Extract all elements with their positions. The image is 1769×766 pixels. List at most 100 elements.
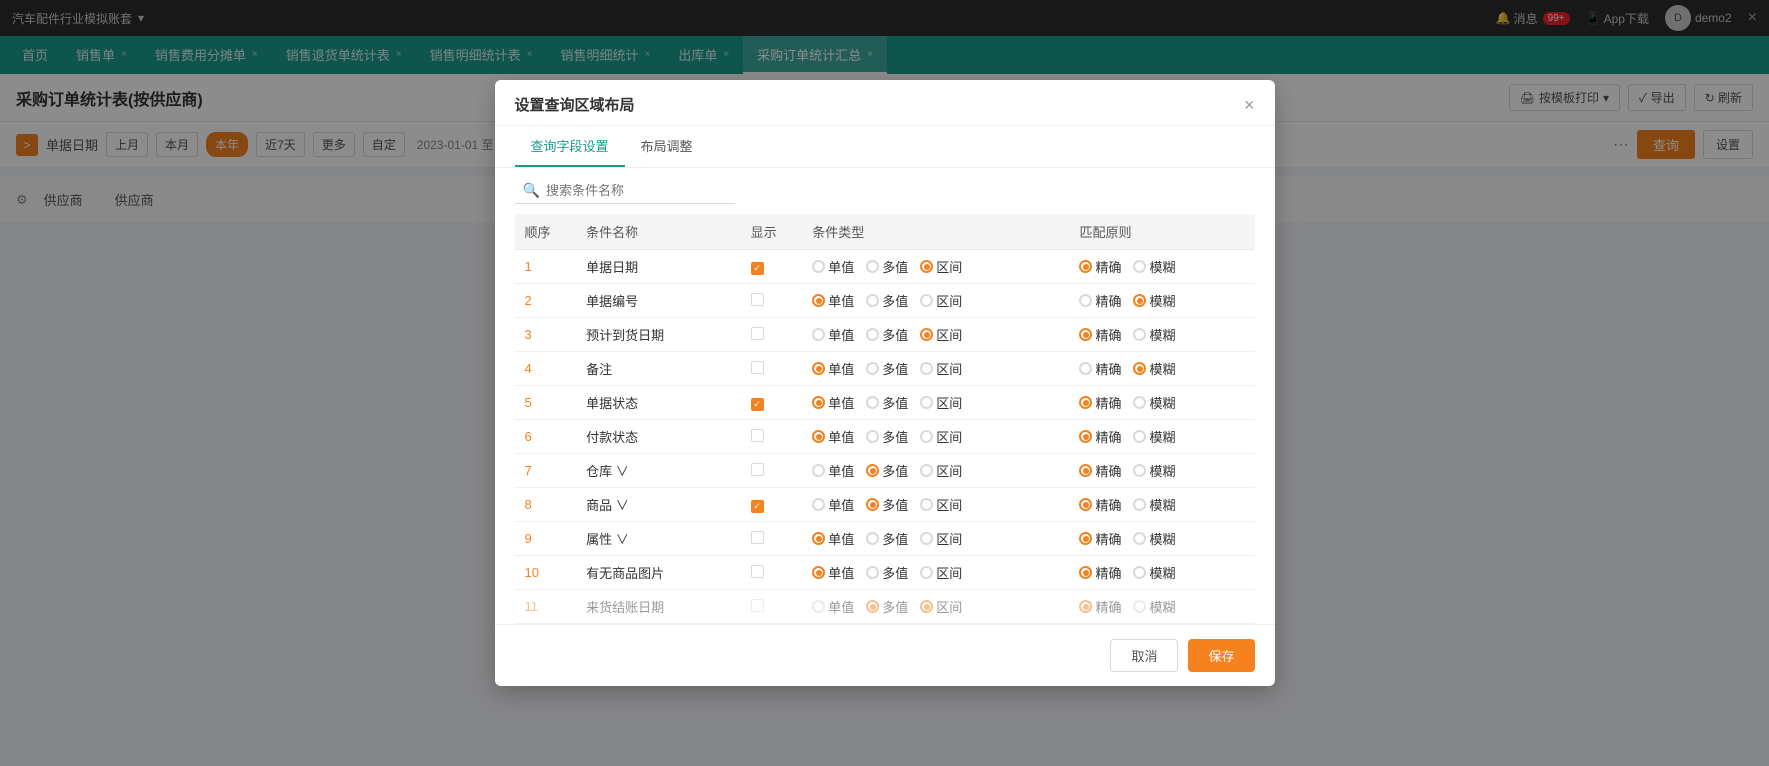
match-radio-exact-1[interactable]: 精确: [1079, 291, 1121, 310]
table-row-show-2[interactable]: [741, 318, 803, 352]
match-radio-exact-3[interactable]: 精确: [1079, 359, 1121, 378]
table-row-match-4: 精确模糊: [1069, 386, 1254, 420]
match-radio-fuzzy-7[interactable]: 模糊: [1133, 495, 1175, 514]
show-checkbox-10[interactable]: [751, 599, 764, 612]
match-radio-exact-4[interactable]: 精确: [1079, 393, 1121, 412]
type-radio-label-multi-10: 多值: [882, 597, 908, 616]
type-radio-range-9[interactable]: 区间: [920, 563, 962, 582]
type-radio-single-3[interactable]: 单值: [812, 359, 854, 378]
match-radio-exact-2[interactable]: 精确: [1079, 325, 1121, 344]
table-row-show-6[interactable]: [741, 454, 803, 488]
show-checkbox-7[interactable]: [751, 500, 764, 513]
save-button[interactable]: 保存: [1188, 639, 1254, 672]
type-radio-range-6[interactable]: 区间: [920, 461, 962, 480]
table-row-type-8: 单值多值区间: [802, 522, 1069, 556]
type-radio-range-7[interactable]: 区间: [920, 495, 962, 514]
match-radio-fuzzy-5[interactable]: 模糊: [1133, 427, 1175, 446]
type-radio-single-1[interactable]: 单值: [812, 291, 854, 310]
type-radio-single-0[interactable]: 单值: [812, 257, 854, 276]
type-radio-multi-5[interactable]: 多值: [866, 427, 908, 446]
match-radio-circle-fuzzy-6: [1133, 464, 1146, 477]
type-radio-single-6[interactable]: 单值: [812, 461, 854, 480]
match-radio-fuzzy-4[interactable]: 模糊: [1133, 393, 1175, 412]
table-row-show-8[interactable]: [741, 522, 803, 556]
type-radio-circle-multi-5: [866, 430, 879, 443]
match-radio-exact-0[interactable]: 精确: [1079, 257, 1121, 276]
table-row-type-6: 单值多值区间: [802, 454, 1069, 488]
show-checkbox-9[interactable]: [751, 565, 764, 578]
type-radio-multi-2[interactable]: 多值: [866, 325, 908, 344]
table-row-show-9[interactable]: [741, 556, 803, 590]
type-radio-range-4[interactable]: 区间: [920, 393, 962, 412]
type-radio-single-7[interactable]: 单值: [812, 495, 854, 514]
type-radio-multi-1[interactable]: 多值: [866, 291, 908, 310]
type-radio-multi-4[interactable]: 多值: [866, 393, 908, 412]
type-radio-label-range-0: 区间: [936, 257, 962, 276]
type-radio-single-10[interactable]: 单值: [812, 597, 854, 616]
type-radio-circle-single-4: [812, 396, 825, 409]
show-checkbox-2[interactable]: [751, 327, 764, 340]
match-radio-fuzzy-9[interactable]: 模糊: [1133, 563, 1175, 582]
match-radio-exact-10[interactable]: 精确: [1079, 597, 1121, 616]
search-input[interactable]: [546, 183, 716, 198]
match-radio-fuzzy-1[interactable]: 模糊: [1133, 291, 1175, 310]
table-row-order-2: 3: [515, 318, 577, 352]
match-radio-exact-8[interactable]: 精确: [1079, 529, 1121, 548]
table-row-show-3[interactable]: [741, 352, 803, 386]
table-row-show-10[interactable]: [741, 590, 803, 624]
type-radio-range-2[interactable]: 区间: [920, 325, 962, 344]
type-radio-single-9[interactable]: 单值: [812, 563, 854, 582]
table-row-type-10: 单值 多值区间: [802, 590, 1069, 624]
match-radio-exact-7[interactable]: 精确: [1079, 495, 1121, 514]
show-checkbox-1[interactable]: [751, 293, 764, 306]
match-radio-fuzzy-8[interactable]: 模糊: [1133, 529, 1175, 548]
show-checkbox-3[interactable]: [751, 361, 764, 374]
type-radio-single-8[interactable]: 单值: [812, 529, 854, 548]
cancel-button[interactable]: 取消: [1110, 639, 1178, 672]
table-row-show-0[interactable]: [741, 250, 803, 284]
type-radio-range-10[interactable]: 区间: [920, 597, 962, 616]
show-checkbox-4[interactable]: [751, 398, 764, 411]
type-radio-single-5[interactable]: 单值: [812, 427, 854, 446]
show-checkbox-6[interactable]: [751, 463, 764, 476]
table-row-show-4[interactable]: [741, 386, 803, 420]
match-radio-exact-6[interactable]: 精确: [1079, 461, 1121, 480]
tab-layout-adjust[interactable]: 布局调整: [625, 126, 709, 167]
type-radio-multi-7[interactable]: 多值: [866, 495, 908, 514]
show-checkbox-8[interactable]: [751, 531, 764, 544]
match-radio-label-fuzzy-3: 模糊: [1149, 359, 1175, 378]
type-radio-single-4[interactable]: 单值: [812, 393, 854, 412]
type-radio-multi-3[interactable]: 多值: [866, 359, 908, 378]
table-row-show-5[interactable]: [741, 420, 803, 454]
type-radio-circle-multi-8: [866, 532, 879, 545]
table-row-show-1[interactable]: [741, 284, 803, 318]
match-radio-fuzzy-2[interactable]: 模糊: [1133, 325, 1175, 344]
type-radio-multi-0[interactable]: 多值: [866, 257, 908, 276]
type-radio-circle-single-6: [812, 464, 825, 477]
type-radio-range-1[interactable]: 区间: [920, 291, 962, 310]
match-radio-fuzzy-6[interactable]: 模糊: [1133, 461, 1175, 480]
order-num-8: 9: [525, 531, 532, 546]
match-radio-fuzzy-3[interactable]: 模糊: [1133, 359, 1175, 378]
match-radio-circle-exact-1: [1079, 294, 1092, 307]
type-radio-range-0[interactable]: 区间: [920, 257, 962, 276]
show-checkbox-0[interactable]: [751, 262, 764, 275]
type-radio-range-3[interactable]: 区间: [920, 359, 962, 378]
type-radio-multi-9[interactable]: 多值: [866, 563, 908, 582]
type-radio-range-5[interactable]: 区间: [920, 427, 962, 446]
match-radio-exact-5[interactable]: 精确: [1079, 427, 1121, 446]
dialog-close-button[interactable]: ×: [1244, 96, 1255, 114]
type-radio-multi-8[interactable]: 多值: [866, 529, 908, 548]
table-row-show-7[interactable]: [741, 488, 803, 522]
type-radio-single-2[interactable]: 单值: [812, 325, 854, 344]
type-radio-range-8[interactable]: 区间: [920, 529, 962, 548]
match-radio-fuzzy-10[interactable]: 模糊: [1133, 597, 1175, 616]
match-radio-exact-9[interactable]: 精确: [1079, 563, 1121, 582]
type-radio-multi-10[interactable]: 多值: [866, 597, 908, 616]
show-checkbox-5[interactable]: [751, 429, 764, 442]
table-row-order-9: 10: [515, 556, 577, 590]
match-radio-fuzzy-0[interactable]: 模糊: [1133, 257, 1175, 276]
table-row-order-7: 8: [515, 488, 577, 522]
tab-query-fields[interactable]: 查询字段设置: [515, 126, 625, 167]
type-radio-multi-6[interactable]: 多值: [866, 461, 908, 480]
